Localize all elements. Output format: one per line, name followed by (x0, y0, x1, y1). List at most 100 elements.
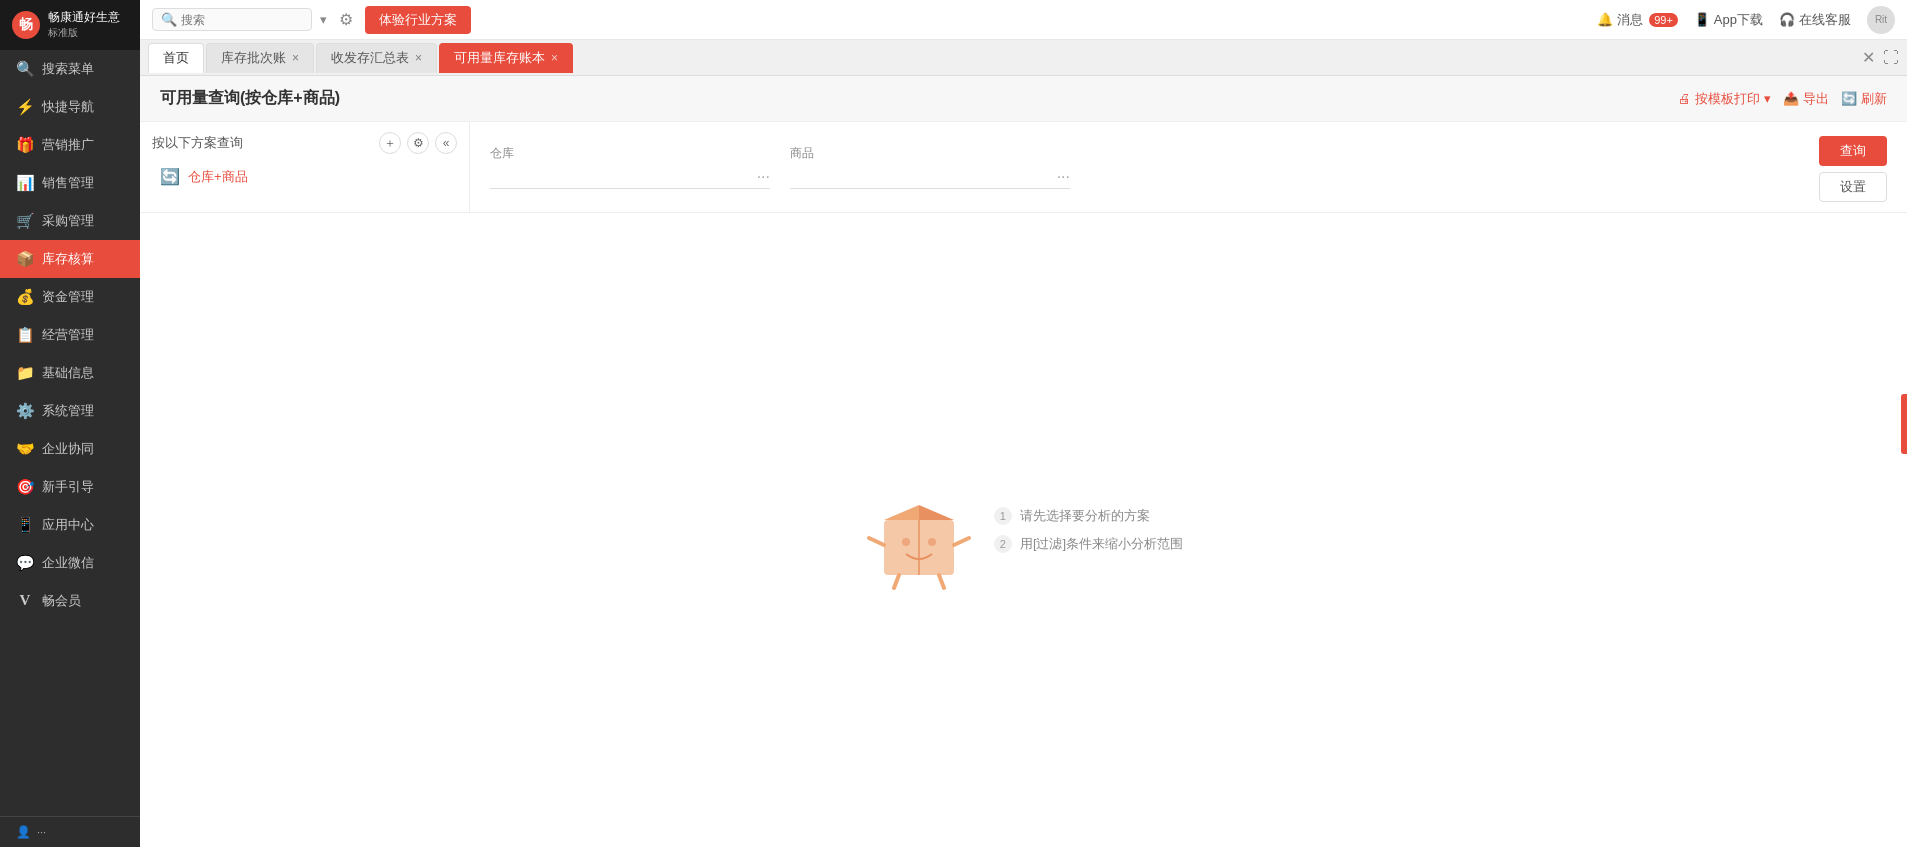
sidebar-item-label: 基础信息 (42, 364, 94, 382)
message-button[interactable]: 🔔 消息 99+ (1597, 11, 1678, 29)
main-area: 🔍 ▾ ⚙ 体验行业方案 🔔 消息 99+ 📱 App下载 🎧 在线客服 Rit (140, 0, 1907, 847)
lightning-icon: ⚡ (16, 98, 34, 116)
money-icon: 💰 (16, 288, 34, 306)
sidebar-item-label: 销售管理 (42, 174, 94, 192)
sidebar-item-quicknav[interactable]: ⚡ 快捷导航 (0, 88, 140, 126)
topbar: 🔍 ▾ ⚙ 体验行业方案 🔔 消息 99+ 📱 App下载 🎧 在线客服 Rit (140, 0, 1907, 40)
settings-scheme-button[interactable]: ⚙ (407, 132, 429, 154)
tip-num-2: 2 (994, 535, 1012, 553)
product-field-input: ··· (790, 166, 1070, 189)
svg-line-9 (954, 538, 969, 545)
sidebar-logo: 畅 畅康通好生意 标准版 (0, 0, 140, 50)
empty-tip-2: 2 用[过滤]条件来缩小分析范围 (994, 535, 1183, 553)
sidebar-item-finance[interactable]: 💰 资金管理 (0, 278, 140, 316)
svg-marker-1 (884, 505, 919, 520)
window-close-button[interactable]: ✕ (1862, 48, 1875, 67)
online-service-label: 在线客服 (1799, 11, 1851, 29)
tab-deposit-summary-close[interactable]: × (415, 51, 422, 65)
filter-action-buttons: 查询 设置 (1819, 132, 1887, 202)
tip-text-2: 用[过滤]条件来缩小分析范围 (1020, 535, 1183, 553)
svg-marker-2 (919, 505, 954, 520)
sidebar-item-marketing[interactable]: 🎁 营销推广 (0, 126, 140, 164)
export-button[interactable]: 📤 导出 (1783, 90, 1829, 108)
warehouse-input[interactable] (490, 170, 753, 185)
sidebar-item-search[interactable]: 🔍 搜索菜单 (0, 50, 140, 88)
filter-scheme-label: 按以下方案查询 (152, 134, 243, 152)
print-button[interactable]: 🖨 按模板打印 ▾ (1678, 90, 1771, 108)
sidebar-item-inventory[interactable]: 📦 库存核算 (0, 240, 140, 278)
product-dots-button[interactable]: ··· (1057, 168, 1070, 186)
tab-batch-ledger-label: 库存批次账 (221, 49, 286, 67)
empty-state: 1 请先选择要分析的方案 2 用[过滤]条件来缩小分析范围 (140, 213, 1907, 847)
search-input[interactable] (181, 13, 301, 27)
chat-icon: 💬 (16, 554, 34, 572)
chart-icon: 📊 (16, 174, 34, 192)
tab-home[interactable]: 首页 (148, 43, 204, 73)
svg-point-4 (902, 538, 910, 546)
sidebar-item-enterprise[interactable]: 🤝 企业协同 (0, 430, 140, 468)
sidebar-nav: 🔍 搜索菜单 ⚡ 快捷导航 🎁 营销推广 📊 销售管理 🛒 采购管理 📦 库存核… (0, 50, 140, 816)
bell-icon: 🔔 (1597, 12, 1613, 27)
query-button[interactable]: 查询 (1819, 136, 1887, 166)
page-header-actions: 🖨 按模板打印 ▾ 📤 导出 🔄 刷新 (1678, 90, 1887, 108)
sidebar: 畅 畅康通好生意 标准版 🔍 搜索菜单 ⚡ 快捷导航 🎁 营销推广 📊 销售管理… (0, 0, 140, 847)
sidebar-item-purchase[interactable]: 🛒 采购管理 (0, 202, 140, 240)
online-service-button[interactable]: 🎧 在线客服 (1779, 11, 1851, 29)
vip-icon: V (16, 592, 34, 609)
print-icon: 🖨 (1678, 91, 1691, 106)
export-icon: 📤 (1783, 91, 1799, 106)
topbar-dropdown-icon[interactable]: ▾ (320, 12, 327, 27)
tab-batch-ledger-close[interactable]: × (292, 51, 299, 65)
export-label: 导出 (1803, 90, 1829, 108)
sidebar-item-label: 采购管理 (42, 212, 94, 230)
folder-icon: 📁 (16, 364, 34, 382)
message-label: 消息 (1617, 11, 1643, 29)
svg-line-6 (894, 575, 899, 588)
sidebar-item-operations[interactable]: 📋 经营管理 (0, 316, 140, 354)
tab-bar: 首页 库存批次账 × 收发存汇总表 × 可用量库存账本 × ✕ ⛶ (140, 40, 1907, 76)
sidebar-item-sales[interactable]: 📊 销售管理 (0, 164, 140, 202)
trial-industry-button[interactable]: 体验行业方案 (365, 6, 471, 34)
box-icon: 📦 (16, 250, 34, 268)
tab-available-qty[interactable]: 可用量库存账本 × (439, 43, 573, 73)
scheme-label: 仓库+商品 (188, 168, 248, 186)
sidebar-item-label: 库存核算 (42, 250, 94, 268)
svg-point-5 (928, 538, 936, 546)
tip-text-1: 请先选择要分析的方案 (1020, 507, 1150, 525)
print-dropdown-icon: ▾ (1764, 91, 1771, 106)
user-avatar[interactable]: Rit (1867, 6, 1895, 34)
logo-icon: 畅 (12, 11, 40, 39)
add-scheme-button[interactable]: ＋ (379, 132, 401, 154)
sidebar-bottom[interactable]: 👤 ··· (0, 816, 140, 847)
app-download-button[interactable]: 📱 App下载 (1694, 11, 1763, 29)
warehouse-field-input: ··· (490, 166, 770, 189)
window-maximize-button[interactable]: ⛶ (1883, 49, 1899, 67)
tab-batch-ledger[interactable]: 库存批次账 × (206, 43, 314, 73)
settings-button[interactable]: 设置 (1819, 172, 1887, 202)
topbar-search-box[interactable]: 🔍 (152, 8, 312, 31)
warehouse-dots-button[interactable]: ··· (757, 168, 770, 186)
sidebar-item-system[interactable]: ⚙️ 系统管理 (0, 392, 140, 430)
filter-scheme-header: 按以下方案查询 ＋ ⚙ « (152, 132, 457, 154)
tab-deposit-summary[interactable]: 收发存汇总表 × (316, 43, 437, 73)
handshake-icon: 🤝 (16, 440, 34, 458)
collapse-scheme-button[interactable]: « (435, 132, 457, 154)
filter-scheme-actions: ＋ ⚙ « (379, 132, 457, 154)
gift-icon: 🎁 (16, 136, 34, 154)
refresh-label: 刷新 (1861, 90, 1887, 108)
tab-available-qty-close[interactable]: × (551, 51, 558, 65)
logo-badge: 标准版 (48, 26, 120, 40)
refresh-button[interactable]: 🔄 刷新 (1841, 90, 1887, 108)
sidebar-item-newbie[interactable]: 🎯 新手引导 (0, 468, 140, 506)
sidebar-item-appstore[interactable]: 📱 应用中心 (0, 506, 140, 544)
scheme-item-warehouse-product[interactable]: 🔄 仓库+商品 (152, 162, 457, 191)
sidebar-item-basic[interactable]: 📁 基础信息 (0, 354, 140, 392)
sidebar-item-member[interactable]: V 畅会员 (0, 582, 140, 620)
sidebar-item-label: 应用中心 (42, 516, 94, 534)
product-input[interactable] (790, 170, 1053, 185)
warehouse-filter-field: 仓库 ··· (490, 145, 770, 189)
empty-illustration (864, 480, 964, 580)
topbar-gear-icon[interactable]: ⚙ (339, 10, 353, 29)
page-header: 可用量查询(按仓库+商品) 🖨 按模板打印 ▾ 📤 导出 🔄 刷新 (140, 76, 1907, 122)
sidebar-item-wechat[interactable]: 💬 企业微信 (0, 544, 140, 582)
